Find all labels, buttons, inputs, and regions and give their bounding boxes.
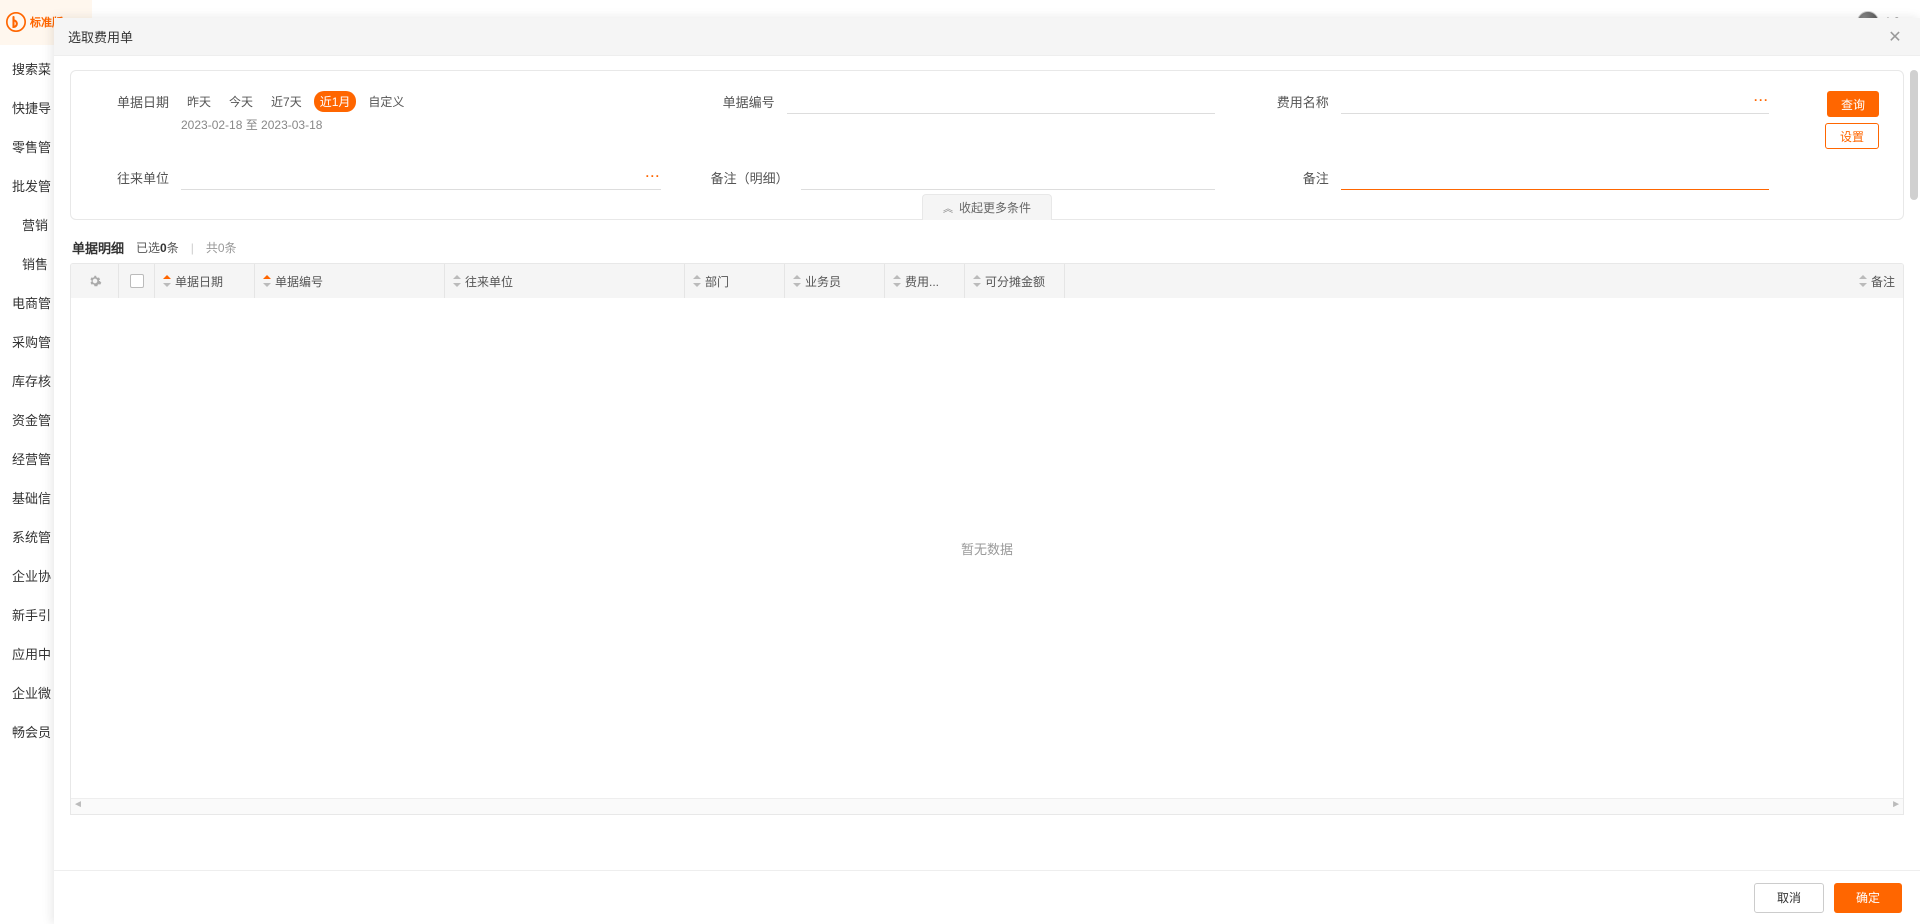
col-dept[interactable]: 部门 bbox=[685, 264, 785, 298]
gear-icon bbox=[88, 274, 102, 288]
sort-icon bbox=[263, 275, 271, 287]
col-clerk[interactable]: 业务员 bbox=[785, 264, 885, 298]
filter-remark-detail-label: 备注（明细） bbox=[701, 167, 801, 191]
scroll-thumb[interactable] bbox=[1910, 70, 1918, 200]
col-alloc-amount[interactable]: 可分摊金额 bbox=[965, 264, 1065, 298]
date-chip-yesterday[interactable]: 昨天 bbox=[181, 91, 217, 112]
cancel-button[interactable]: 取消 bbox=[1754, 883, 1824, 913]
sort-icon bbox=[793, 275, 801, 287]
col-partner-label: 往来单位 bbox=[465, 273, 513, 290]
col-remark[interactable]: 备注 bbox=[1065, 264, 1903, 298]
checkbox-icon bbox=[130, 274, 144, 288]
date-quick-chips: 昨天 今天 近7天 近1月 自定义 bbox=[181, 91, 661, 112]
modal-title: 选取费用单 bbox=[68, 27, 133, 46]
col-docno-label: 单据编号 bbox=[275, 273, 323, 290]
date-chip-today[interactable]: 今天 bbox=[223, 91, 259, 112]
col-clerk-label: 业务员 bbox=[805, 273, 841, 290]
settings-button[interactable]: 设置 bbox=[1825, 123, 1879, 149]
col-fee-label: 费用... bbox=[905, 273, 939, 290]
col-date[interactable]: 单据日期 bbox=[155, 264, 255, 298]
total-count: 共0条 bbox=[206, 239, 237, 256]
filter-partner-label: 往来单位 bbox=[95, 167, 181, 191]
modal-body: 单据日期 昨天 今天 近7天 近1月 自定义 2023-02-18 至 2023… bbox=[54, 56, 1920, 870]
confirm-button[interactable]: 确定 bbox=[1834, 883, 1902, 913]
table-header-row: 单据日期 单据编号 往来单位 部门 业务员 bbox=[71, 264, 1903, 298]
results-table: 单据日期 单据编号 往来单位 部门 业务员 bbox=[70, 263, 1904, 815]
horizontal-scrollbar[interactable] bbox=[71, 798, 1903, 814]
filter-remark-label: 备注 bbox=[1255, 167, 1341, 191]
modal-header: 选取费用单 ✕ bbox=[54, 18, 1920, 56]
section-title: 单据明细 bbox=[72, 238, 124, 257]
empty-text: 暂无数据 bbox=[961, 539, 1013, 558]
col-dept-label: 部门 bbox=[705, 273, 729, 290]
close-icon[interactable]: ✕ bbox=[1884, 26, 1906, 48]
partner-picker-icon[interactable]: ··· bbox=[646, 169, 661, 183]
chevron-up-icon bbox=[943, 200, 953, 215]
filter-date-label: 单据日期 bbox=[95, 91, 181, 115]
separator: | bbox=[191, 241, 194, 255]
collapse-filters-toggle[interactable]: 收起更多条件 bbox=[922, 194, 1052, 220]
filter-docno-label: 单据编号 bbox=[701, 91, 787, 115]
sort-icon bbox=[893, 275, 901, 287]
vertical-scrollbar[interactable] bbox=[1910, 70, 1918, 870]
remark-detail-input[interactable] bbox=[801, 167, 1215, 190]
selected-count: 已选0条 bbox=[136, 239, 179, 256]
filter-feename-label: 费用名称 bbox=[1255, 91, 1341, 115]
date-range-text: 2023-02-18 至 2023-03-18 bbox=[181, 116, 661, 133]
column-settings-button[interactable] bbox=[71, 264, 119, 298]
selected-suffix: 条 bbox=[167, 241, 179, 255]
select-all-checkbox[interactable] bbox=[119, 264, 155, 298]
section-header: 单据明细 已选0条 | 共0条 bbox=[70, 238, 1904, 257]
sort-icon bbox=[163, 275, 171, 287]
doc-no-input[interactable] bbox=[787, 91, 1215, 114]
fee-name-picker-icon[interactable]: ··· bbox=[1754, 93, 1769, 107]
selected-number: 0 bbox=[160, 241, 167, 255]
filter-panel: 单据日期 昨天 今天 近7天 近1月 自定义 2023-02-18 至 2023… bbox=[70, 70, 1904, 220]
partner-input[interactable] bbox=[181, 167, 661, 190]
date-chip-7days[interactable]: 近7天 bbox=[265, 91, 308, 112]
query-button[interactable]: 查询 bbox=[1827, 91, 1879, 117]
collapse-text: 收起更多条件 bbox=[959, 199, 1031, 216]
date-chip-1month[interactable]: 近1月 bbox=[314, 91, 357, 112]
sort-icon bbox=[1859, 275, 1867, 287]
col-partner[interactable]: 往来单位 bbox=[445, 264, 685, 298]
col-alloc-label: 可分摊金额 bbox=[985, 273, 1045, 290]
col-date-label: 单据日期 bbox=[175, 273, 223, 290]
col-docno[interactable]: 单据编号 bbox=[255, 264, 445, 298]
col-remark-label: 备注 bbox=[1871, 273, 1895, 290]
remark-input[interactable] bbox=[1341, 167, 1769, 190]
col-fee[interactable]: 费用... bbox=[885, 264, 965, 298]
sort-icon bbox=[973, 275, 981, 287]
sort-icon bbox=[453, 275, 461, 287]
empty-state: 暂无数据 bbox=[71, 298, 1903, 798]
fee-name-input[interactable] bbox=[1341, 91, 1769, 114]
sort-icon bbox=[693, 275, 701, 287]
date-chip-custom[interactable]: 自定义 bbox=[362, 91, 410, 112]
modal-footer: 取消 确定 bbox=[54, 870, 1920, 924]
selected-prefix: 已选 bbox=[136, 241, 160, 255]
select-fee-bill-modal: 选取费用单 ✕ 单据日期 昨天 今天 近7天 近1月 自定义 bbox=[54, 18, 1920, 924]
